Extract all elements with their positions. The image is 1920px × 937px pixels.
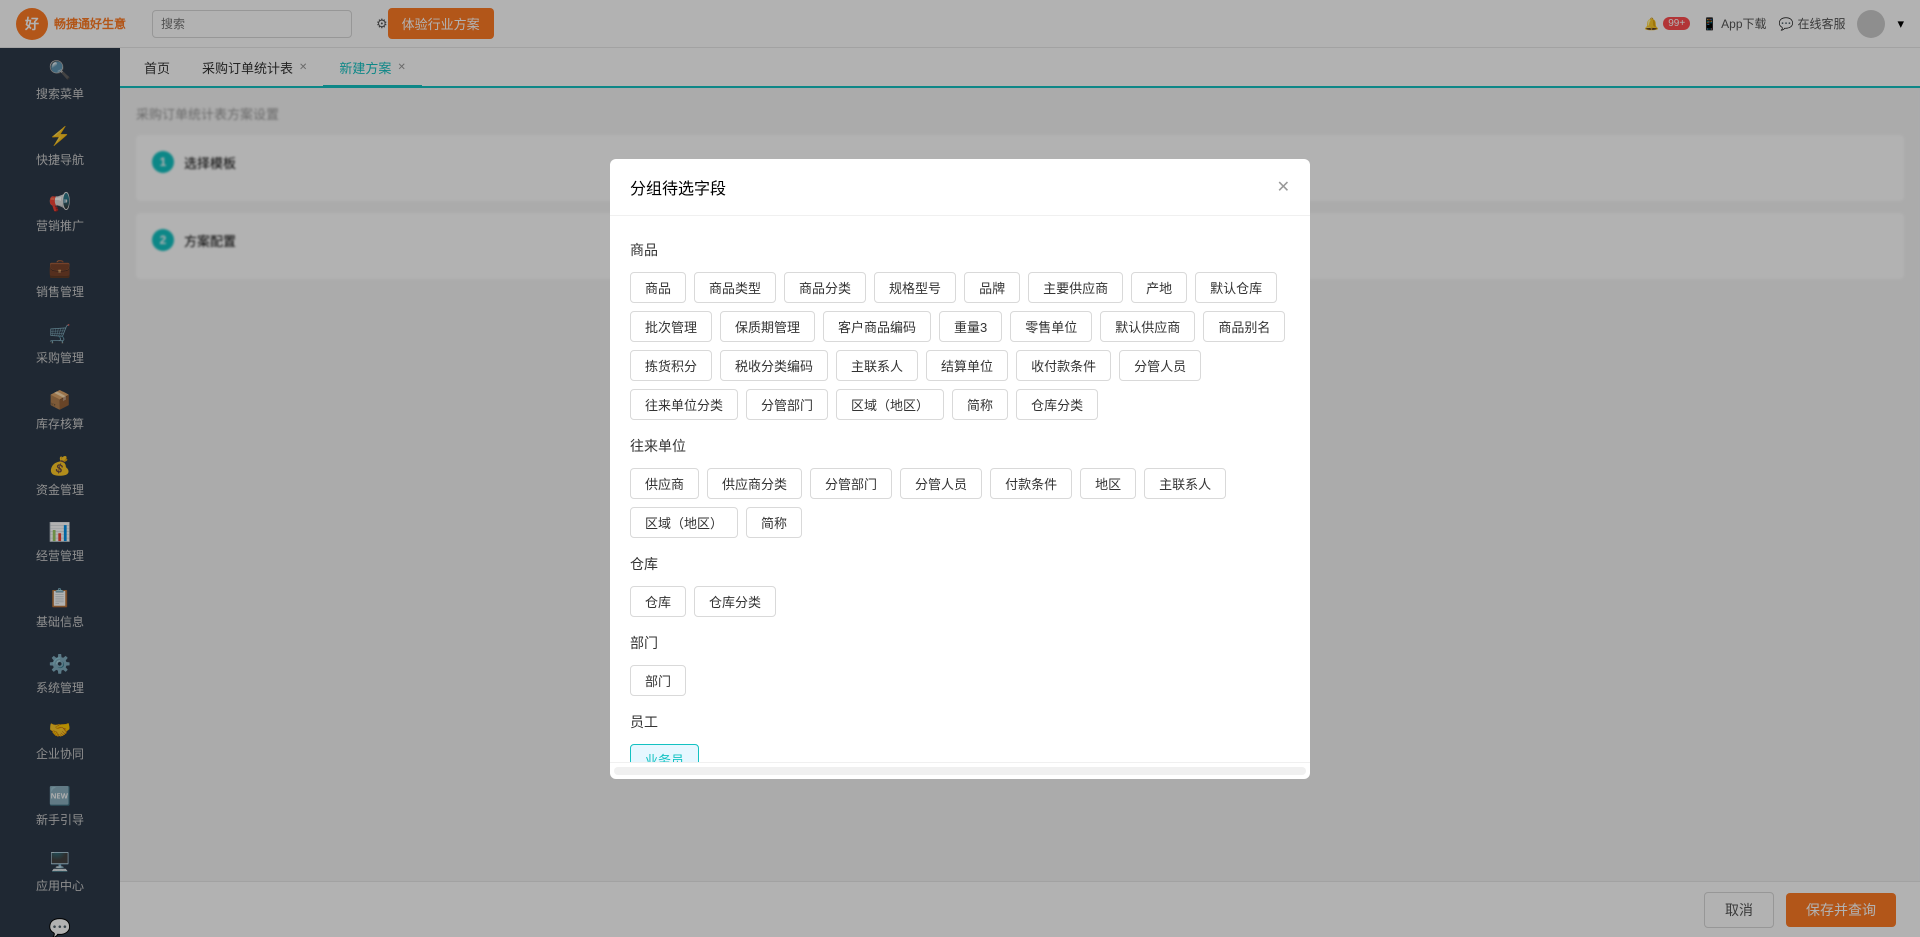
field-tag-1-3[interactable]: 分管人员 [900, 468, 982, 499]
field-tag-0-7[interactable]: 默认仓库 [1195, 272, 1277, 303]
field-tag-0-20[interactable]: 分管人员 [1119, 350, 1201, 381]
field-tag-1-2[interactable]: 分管部门 [810, 468, 892, 499]
field-tag-0-14[interactable]: 商品别名 [1203, 311, 1285, 342]
field-tag-1-5[interactable]: 地区 [1080, 468, 1136, 499]
fields-grid-2: 仓库仓库分类 [630, 586, 1290, 617]
field-tag-0-23[interactable]: 区域（地区） [836, 389, 944, 420]
modal-title: 分组待选字段 [630, 175, 726, 199]
modal-footer-scroll [610, 762, 1310, 778]
section-title-2: 仓库 [630, 554, 1290, 574]
field-tag-0-24[interactable]: 简称 [952, 389, 1008, 420]
field-tag-0-8[interactable]: 批次管理 [630, 311, 712, 342]
field-tag-1-4[interactable]: 付款条件 [990, 468, 1072, 499]
field-tag-0-10[interactable]: 客户商品编码 [823, 311, 931, 342]
modal: 分组待选字段 ✕ 商品商品商品类型商品分类规格型号品牌主要供应商产地默认仓库批次… [610, 159, 1310, 779]
section-title-0: 商品 [630, 240, 1290, 260]
field-tag-2-0[interactable]: 仓库 [630, 586, 686, 617]
section-title-1: 往来单位 [630, 436, 1290, 456]
field-tag-4-0[interactable]: 业务员 [630, 744, 699, 763]
fields-grid-3: 部门 [630, 665, 1290, 696]
section-title-4: 员工 [630, 712, 1290, 732]
field-tag-0-5[interactable]: 主要供应商 [1028, 272, 1123, 303]
field-tag-0-17[interactable]: 主联系人 [836, 350, 918, 381]
field-tag-0-25[interactable]: 仓库分类 [1016, 389, 1098, 420]
field-tag-0-13[interactable]: 默认供应商 [1100, 311, 1195, 342]
field-tag-2-1[interactable]: 仓库分类 [694, 586, 776, 617]
field-tag-0-15[interactable]: 拣货积分 [630, 350, 712, 381]
field-tag-0-21[interactable]: 往来单位分类 [630, 389, 738, 420]
field-tag-3-0[interactable]: 部门 [630, 665, 686, 696]
field-tag-0-11[interactable]: 重量3 [939, 311, 1002, 342]
field-tag-0-19[interactable]: 收付款条件 [1016, 350, 1111, 381]
field-tag-0-6[interactable]: 产地 [1131, 272, 1187, 303]
modal-body[interactable]: 商品商品商品类型商品分类规格型号品牌主要供应商产地默认仓库批次管理保质期管理客户… [610, 216, 1310, 763]
horizontal-scrollbar[interactable] [614, 767, 1306, 775]
field-tag-0-2[interactable]: 商品分类 [784, 272, 866, 303]
modal-header: 分组待选字段 ✕ [610, 159, 1310, 216]
field-tag-1-8[interactable]: 简称 [746, 507, 802, 538]
section-title-3: 部门 [630, 633, 1290, 653]
close-icon[interactable]: ✕ [1277, 177, 1290, 197]
overlay: 分组待选字段 ✕ 商品商品商品类型商品分类规格型号品牌主要供应商产地默认仓库批次… [0, 0, 1920, 937]
field-tag-0-9[interactable]: 保质期管理 [720, 311, 815, 342]
fields-grid-0: 商品商品类型商品分类规格型号品牌主要供应商产地默认仓库批次管理保质期管理客户商品… [630, 272, 1290, 420]
field-tag-0-1[interactable]: 商品类型 [694, 272, 776, 303]
field-tag-1-1[interactable]: 供应商分类 [707, 468, 802, 499]
field-tag-0-22[interactable]: 分管部门 [746, 389, 828, 420]
field-tag-0-12[interactable]: 零售单位 [1010, 311, 1092, 342]
field-tag-0-0[interactable]: 商品 [630, 272, 686, 303]
fields-grid-4: 业务员 [630, 744, 1290, 763]
field-tag-1-7[interactable]: 区域（地区） [630, 507, 738, 538]
field-tag-0-18[interactable]: 结算单位 [926, 350, 1008, 381]
field-tag-1-0[interactable]: 供应商 [630, 468, 699, 499]
field-tag-0-4[interactable]: 品牌 [964, 272, 1020, 303]
field-tag-0-3[interactable]: 规格型号 [874, 272, 956, 303]
field-tag-0-16[interactable]: 税收分类编码 [720, 350, 828, 381]
field-tag-1-6[interactable]: 主联系人 [1144, 468, 1226, 499]
fields-grid-1: 供应商供应商分类分管部门分管人员付款条件地区主联系人区域（地区） 简称 [630, 468, 1290, 538]
